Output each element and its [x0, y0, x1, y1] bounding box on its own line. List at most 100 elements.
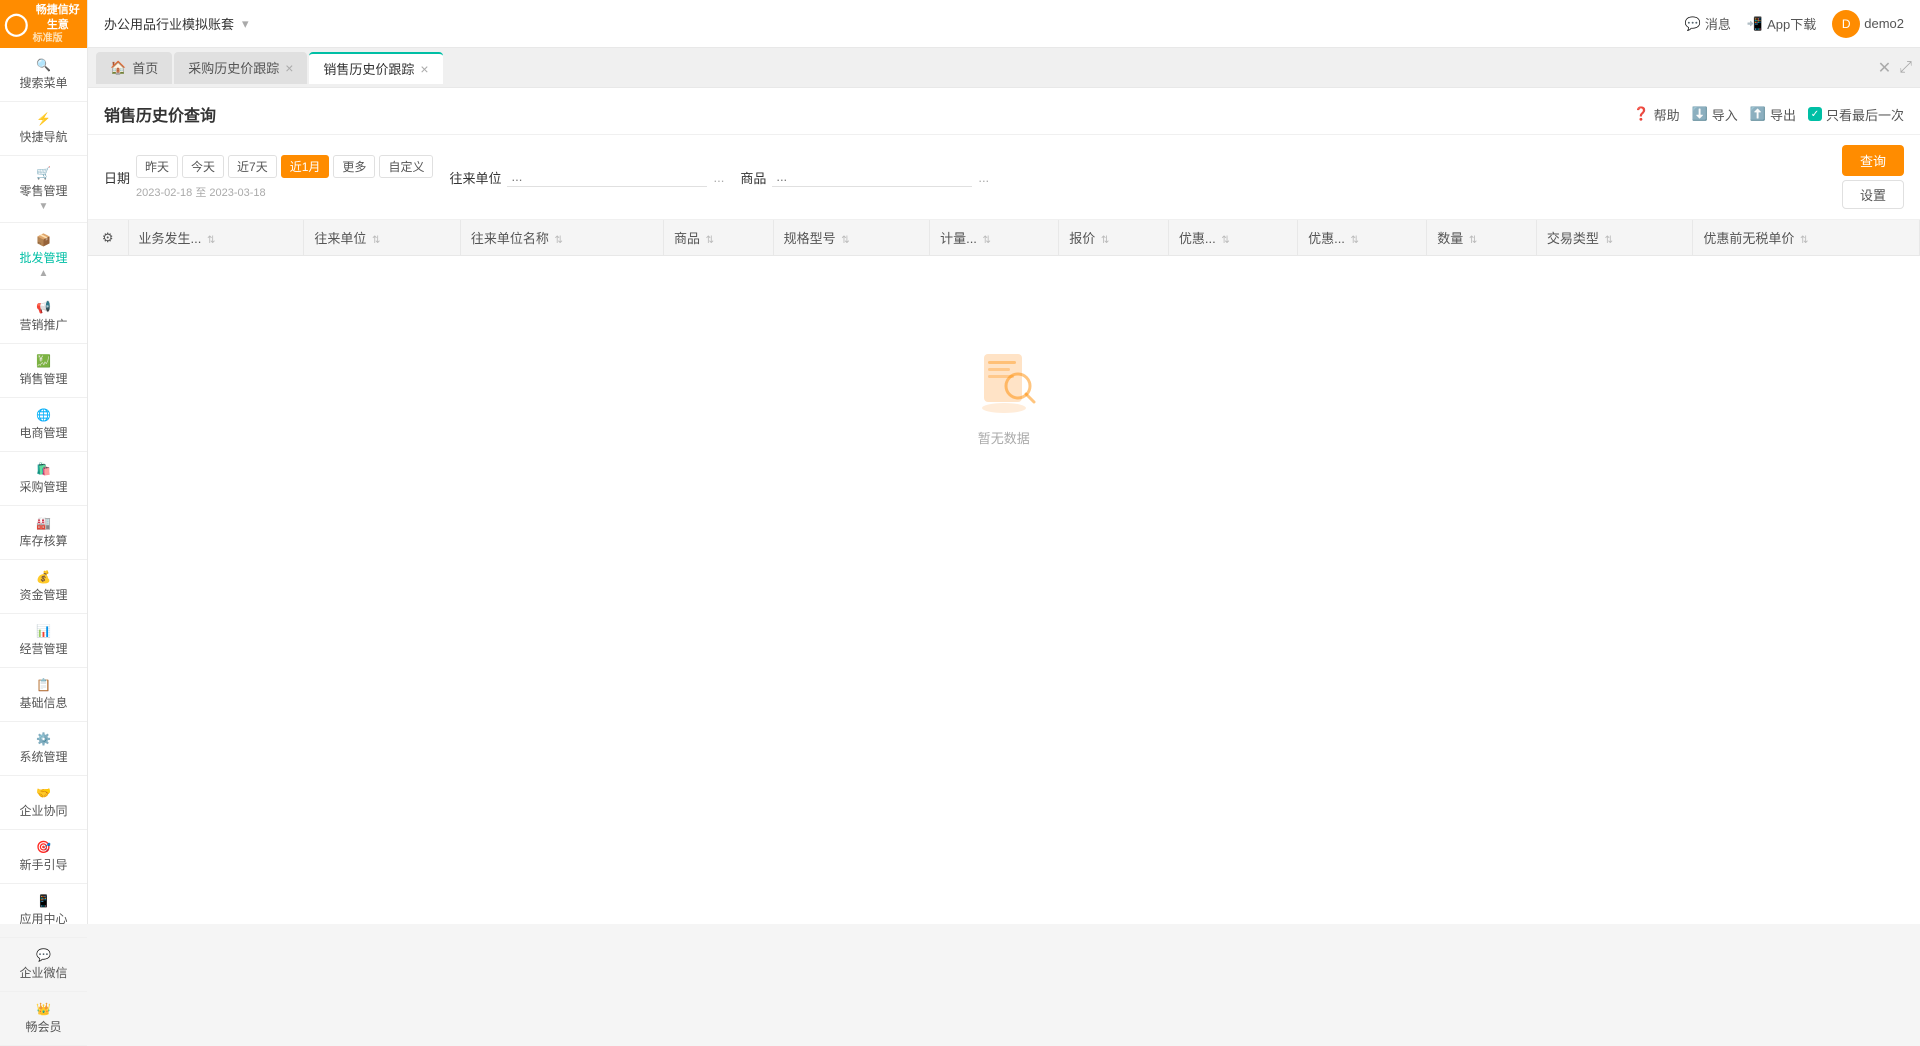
tab-label: 销售历史价跟踪 — [323, 59, 414, 78]
product-label: 商品 — [740, 168, 766, 187]
th-partner-code[interactable]: 往来单位 ⇅ — [304, 220, 460, 256]
th-biz-date[interactable]: 业务发生... ⇅ — [128, 220, 304, 256]
sidebar-item-inventory[interactable]: 🏭 库存核算 — [0, 506, 87, 560]
filter-actions: 查询 设置 — [1842, 145, 1904, 209]
topbar-right: 💬 消息 📲 App下载 D demo2 — [1685, 10, 1904, 38]
sidebar-item-search[interactable]: 🔍 搜索菜单 — [0, 48, 87, 102]
sidebar-item-purchase[interactable]: 🛍️ 采购管理 — [0, 452, 87, 506]
settings-button[interactable]: 设置 — [1842, 180, 1904, 209]
sidebar-item-label: 资金管理 — [19, 586, 67, 603]
th-spec[interactable]: 规格型号 ⇅ — [773, 220, 929, 256]
sidebar-item-basic[interactable]: 📋 基础信息 — [0, 668, 87, 722]
product-dots[interactable]: ... — [978, 170, 989, 185]
date-btn-7days[interactable]: 近7天 — [228, 155, 277, 178]
only-last-wrap[interactable]: ✓ 只看最后一次 — [1808, 105, 1904, 124]
date-btn-custom[interactable]: 自定义 — [379, 155, 433, 178]
only-last-label: 只看最后一次 — [1826, 105, 1904, 124]
close-window-btn[interactable]: ✕ — [1878, 58, 1891, 78]
sort-icon: ⇅ — [841, 235, 849, 246]
page-header: 销售历史价查询 ❓ 帮助 ⬇️ 导入 ⬆️ 导出 ✓ 只看最后一次 — [88, 88, 1920, 135]
sidebar-item-label: 应用中心 — [19, 910, 67, 927]
enterprise-icon: 🤝 — [36, 786, 51, 800]
th-settings[interactable]: ⚙ — [88, 220, 128, 256]
th-unit[interactable]: 计量... ⇅ — [930, 220, 1059, 256]
partner-input[interactable] — [507, 167, 707, 187]
sidebar-item-enterprise[interactable]: 🤝 企业协同 — [0, 776, 87, 830]
wechat-icon: 💬 — [36, 948, 51, 962]
import-btn[interactable]: ⬇️ 导入 — [1692, 105, 1738, 124]
purchase-icon: 🛍️ — [36, 462, 51, 476]
sidebar-item-label: 零售管理 — [19, 182, 67, 199]
sidebar-item-sales-mgmt[interactable]: 💹 销售管理 — [0, 344, 87, 398]
help-btn[interactable]: ❓ 帮助 — [1633, 105, 1679, 124]
th-partner-name[interactable]: 往来单位名称 ⇅ — [460, 220, 663, 256]
tab-home[interactable]: 🏠 首页 — [96, 52, 172, 84]
app-download-label: App下载 — [1767, 14, 1816, 33]
sidebar-item-system[interactable]: ⚙️ 系统管理 — [0, 722, 87, 776]
tab-label: 首页 — [132, 58, 158, 77]
app-icon: 📱 — [36, 894, 51, 908]
th-label: 计量... — [940, 231, 977, 246]
sort-icon: ⇅ — [1351, 235, 1359, 246]
inventory-icon: 🏭 — [36, 516, 51, 530]
home-icon: 🏠 — [110, 60, 126, 76]
th-discount1[interactable]: 优惠... ⇅ — [1168, 220, 1297, 256]
date-btn-1month[interactable]: 近1月 — [281, 155, 330, 178]
sidebar-item-wechat[interactable]: 💬 企业微信 — [0, 938, 87, 992]
th-quantity[interactable]: 数量 ⇅ — [1427, 220, 1537, 256]
th-pretax-price[interactable]: 优惠前无税单价 ⇅ — [1693, 220, 1920, 256]
ecommerce-icon: 🌐 — [36, 408, 51, 422]
th-quote[interactable]: 报价 ⇅ — [1059, 220, 1169, 256]
sidebar-item-newbie[interactable]: 🎯 新手引导 — [0, 830, 87, 884]
sidebar-item-ecommerce[interactable]: 🌐 电商管理 — [0, 398, 87, 452]
newbie-icon: 🎯 — [36, 840, 51, 854]
topbar-left: 办公用品行业模拟账套 ▾ — [104, 14, 249, 33]
close-tab-sales[interactable]: × — [420, 62, 428, 76]
sidebar-item-marketing[interactable]: 📢 营销推广 — [0, 290, 87, 344]
sidebar-item-label: 销售管理 — [19, 370, 67, 387]
help-label: 帮助 — [1654, 105, 1680, 124]
help-icon: ❓ — [1633, 106, 1649, 122]
page-content: 销售历史价查询 ❓ 帮助 ⬇️ 导入 ⬆️ 导出 ✓ 只看最后一次 — [88, 88, 1920, 924]
tab-purchase-history[interactable]: 采购历史价跟踪 × — [174, 52, 307, 84]
query-button[interactable]: 查询 — [1842, 145, 1904, 176]
sort-icon: ⇅ — [1605, 235, 1613, 246]
user-menu[interactable]: D demo2 — [1832, 10, 1904, 38]
th-label: 业务发生... — [139, 231, 202, 246]
app-subtitle: 标准版 — [33, 32, 63, 45]
settings-icon: ⚙ — [102, 230, 114, 245]
sales-icon: 💹 — [36, 354, 51, 368]
tab-sales-history[interactable]: 销售历史价跟踪 × — [309, 52, 442, 84]
chevron-down-icon: ▼ — [39, 201, 49, 212]
sidebar-item-operations[interactable]: 📊 经营管理 — [0, 614, 87, 668]
dropdown-icon[interactable]: ▾ — [242, 16, 249, 32]
close-tab-purchase[interactable]: × — [285, 61, 293, 75]
sidebar-item-finance[interactable]: 💰 资金管理 — [0, 560, 87, 614]
sidebar-item-label: 批发管理 — [19, 249, 67, 266]
date-buttons: 昨天 今天 近7天 近1月 更多 自定义 — [136, 155, 433, 178]
th-product[interactable]: 商品 ⇅ — [663, 220, 773, 256]
th-trade-type[interactable]: 交易类型 ⇅ — [1536, 220, 1692, 256]
app-download-btn[interactable]: 📲 App下载 — [1747, 14, 1816, 33]
download-icon: 📲 — [1747, 16, 1763, 32]
product-input[interactable] — [772, 167, 972, 187]
finance-icon: 💰 — [36, 570, 51, 584]
sidebar-item-retail[interactable]: 🛒 零售管理 ▼ — [0, 156, 87, 223]
sort-icon: ⇅ — [1800, 235, 1808, 246]
maximize-btn[interactable]: ⤢ — [1899, 59, 1912, 77]
partner-dots[interactable]: ... — [713, 170, 724, 185]
export-btn[interactable]: ⬆️ 导出 — [1750, 105, 1796, 124]
message-btn[interactable]: 💬 消息 — [1685, 14, 1731, 33]
th-discount2[interactable]: 优惠... ⇅ — [1298, 220, 1427, 256]
sidebar-item-wholesale[interactable]: 📦 批发管理 ▲ — [0, 223, 87, 290]
sidebar-item-label: 经营管理 — [19, 640, 67, 657]
sidebar-item-appstore[interactable]: 📱 应用中心 — [0, 884, 87, 938]
sort-icon: ⇅ — [1101, 235, 1109, 246]
date-btn-more[interactable]: 更多 — [333, 155, 375, 178]
sidebar-item-shortcut[interactable]: ⚡ 快捷导航 — [0, 102, 87, 156]
sidebar-item-member[interactable]: 👑 畅会员 — [0, 992, 87, 1046]
date-btn-yesterday[interactable]: 昨天 — [136, 155, 178, 178]
product-filter-group: 商品 ... — [740, 167, 989, 187]
only-last-checkbox[interactable]: ✓ — [1808, 107, 1822, 121]
date-btn-today[interactable]: 今天 — [182, 155, 224, 178]
